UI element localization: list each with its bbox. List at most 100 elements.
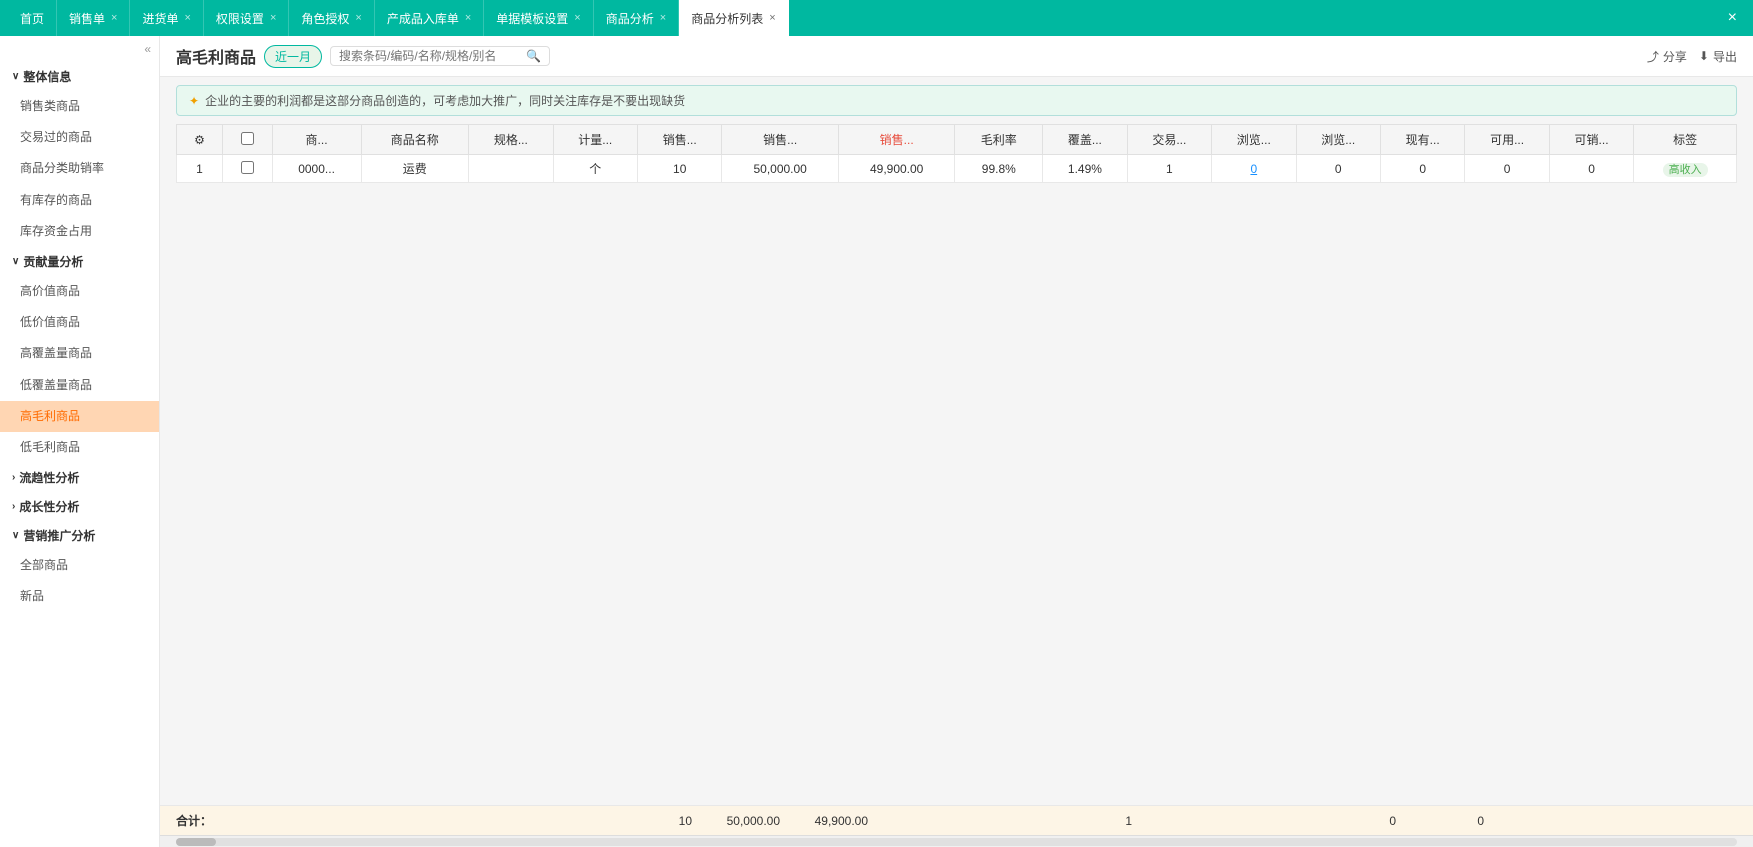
close-icon[interactable]: × (660, 12, 666, 24)
row-checkbox[interactable] (241, 161, 254, 174)
tab-template-settings[interactable]: 单据模板设置 × (484, 0, 593, 36)
scrollbar-track[interactable] (176, 838, 1737, 846)
sidebar: « ∨ 整体信息 销售类商品 交易过的商品 商品分类助销率 有库存的商品 库存资… (0, 36, 160, 847)
search-box[interactable]: 🔍 (330, 46, 550, 66)
col-current[interactable]: 现有... (1380, 125, 1464, 155)
sidebar-item-new-goods[interactable]: 新品 (0, 581, 159, 612)
col-coverage[interactable]: 覆盖... (1043, 125, 1127, 155)
info-bar: ✦ 企业的主要的利润都是这部分商品创造的，可考虑加大推广，同时关注库存是不要出现… (176, 85, 1737, 116)
sidebar-item-high-value[interactable]: 高价值商品 (0, 276, 159, 307)
cell-sales-amt: 50,000.00 (722, 155, 839, 183)
search-icon[interactable]: 🔍 (526, 49, 541, 63)
col-setting[interactable]: ⚙ (177, 125, 223, 155)
cell-index: 1 (177, 155, 223, 183)
sidebar-group-overall[interactable]: ∨ 整体信息 (0, 62, 159, 91)
cell-trade: 1 (1127, 155, 1211, 183)
cell-current: 0 (1380, 155, 1464, 183)
col-sales-qty[interactable]: 销售... (637, 125, 721, 155)
export-icon: ⬇ (1699, 49, 1709, 63)
top-navigation: 首页 销售单 × 进货单 × 权限设置 × 角色授权 × 产成品入库单 × 单据… (0, 0, 1753, 36)
col-unit[interactable]: 计量... (553, 125, 637, 155)
search-input[interactable] (339, 49, 526, 63)
scrollbar-thumb[interactable] (176, 838, 216, 846)
chevron-right-icon: › (12, 472, 15, 483)
sidebar-item-high-coverage[interactable]: 高覆盖量商品 (0, 338, 159, 369)
sidebar-item-traded-goods[interactable]: 交易过的商品 (0, 122, 159, 153)
tip-icon: ✦ (189, 94, 199, 108)
col-spec[interactable]: 规格... (469, 125, 553, 155)
tab-roles[interactable]: 角色授权 × (289, 0, 374, 36)
close-icon[interactable]: × (184, 12, 190, 24)
tab-sales-order[interactable]: 销售单 × (57, 0, 130, 36)
chevron-down-icon: ∨ (12, 256, 19, 267)
select-all-checkbox[interactable] (241, 132, 254, 145)
close-icon[interactable]: × (465, 12, 471, 24)
sidebar-item-category-rate[interactable]: 商品分类助销率 (0, 153, 159, 184)
content-area: 高毛利商品 近一月 🔍 ⤴ 分享 ⬇ 导出 ✦ 企业的主要的利润都是这部分商品创… (160, 36, 1753, 847)
close-icon[interactable]: × (574, 12, 580, 24)
cell-view2: 0 (1296, 155, 1380, 183)
tab-home[interactable]: 首页 (8, 0, 57, 36)
chevron-down-icon: ∨ (12, 530, 19, 541)
sidebar-item-low-margin[interactable]: 低毛利商品 (0, 432, 159, 463)
close-all-tabs-button[interactable]: × (1720, 9, 1745, 27)
share-button[interactable]: ⤴ 分享 (1647, 48, 1687, 65)
footer-sales-qty: 10 (620, 814, 700, 828)
sidebar-group-growth[interactable]: › 成长性分析 (0, 492, 159, 521)
col-sales-cost[interactable]: 销售... (838, 125, 955, 155)
filter-recent-month-button[interactable]: 近一月 (264, 45, 322, 68)
sidebar-item-high-margin[interactable]: 高毛利商品 (0, 401, 159, 432)
table-row: 1 0000... 运费 个 10 50,000.00 49,900.00 99… (177, 155, 1737, 183)
col-check[interactable] (222, 125, 272, 155)
sidebar-item-sales-goods[interactable]: 销售类商品 (0, 91, 159, 122)
horizontal-scrollbar[interactable] (160, 835, 1753, 847)
close-icon[interactable]: × (355, 12, 361, 24)
sidebar-collapse-button[interactable]: « (0, 36, 159, 62)
header-actions: ⤴ 分享 ⬇ 导出 (1647, 48, 1737, 65)
col-saleable[interactable]: 可销... (1549, 125, 1633, 155)
sidebar-group-trend[interactable]: › 流趋性分析 (0, 463, 159, 492)
data-table-wrap: ⚙ 商... 商品名称 规格... 计量... 销售... 销售... 销售..… (176, 124, 1737, 805)
cell-gross-rate: 99.8% (955, 155, 1043, 183)
cell-available: 0 (1465, 155, 1549, 183)
col-view1[interactable]: 浏览... (1212, 125, 1296, 155)
col-tag[interactable]: 标签 (1634, 125, 1737, 155)
col-trade[interactable]: 交易... (1127, 125, 1211, 155)
sidebar-group-marketing[interactable]: ∨ 营销推广分析 (0, 521, 159, 550)
tab-purchase-order[interactable]: 进货单 × (130, 0, 203, 36)
footer-summary-bar: 合计： 10 50,000.00 49,900.00 1 0 0 (160, 805, 1753, 835)
tab-product-analysis-list[interactable]: 商品分析列表 × (679, 0, 788, 36)
footer-sales-cost: 49,900.00 (796, 814, 876, 828)
tab-product-analysis[interactable]: 商品分析 × (594, 0, 679, 36)
content-header: 高毛利商品 近一月 🔍 ⤴ 分享 ⬇ 导出 (160, 36, 1753, 77)
col-code[interactable]: 商... (272, 125, 361, 155)
cell-saleable: 0 (1549, 155, 1633, 183)
col-name[interactable]: 商品名称 (361, 125, 469, 155)
sidebar-item-low-coverage[interactable]: 低覆盖量商品 (0, 370, 159, 401)
tab-permissions[interactable]: 权限设置 × (204, 0, 289, 36)
share-icon: ⤴ (1647, 48, 1659, 65)
cell-check[interactable] (222, 155, 272, 183)
close-icon[interactable]: × (270, 12, 276, 24)
col-gross-rate[interactable]: 毛利率 (955, 125, 1043, 155)
chevron-down-icon: ∨ (12, 71, 19, 82)
footer-sales-amt: 50,000.00 (708, 814, 788, 828)
chevron-right-icon: › (12, 501, 15, 512)
cell-tag: 高收入 (1634, 155, 1737, 183)
sidebar-item-stock-capital[interactable]: 库存资金占用 (0, 216, 159, 247)
col-view2[interactable]: 浏览... (1296, 125, 1380, 155)
sidebar-item-all-goods[interactable]: 全部商品 (0, 550, 159, 581)
export-button[interactable]: ⬇ 导出 (1699, 48, 1737, 65)
sidebar-group-contribution[interactable]: ∨ 贡献量分析 (0, 247, 159, 276)
footer-available: 0 (1412, 814, 1492, 828)
col-sales-amt[interactable]: 销售... (722, 125, 839, 155)
cell-spec (469, 155, 553, 183)
col-available[interactable]: 可用... (1465, 125, 1549, 155)
cell-view1[interactable]: 0 (1212, 155, 1296, 183)
sidebar-item-in-stock[interactable]: 有库存的商品 (0, 185, 159, 216)
sidebar-item-low-value[interactable]: 低价值商品 (0, 307, 159, 338)
close-icon[interactable]: × (769, 12, 775, 24)
tab-product-entry[interactable]: 产成品入库单 × (375, 0, 484, 36)
main-layout: « ∨ 整体信息 销售类商品 交易过的商品 商品分类助销率 有库存的商品 库存资… (0, 36, 1753, 847)
close-icon[interactable]: × (111, 12, 117, 24)
